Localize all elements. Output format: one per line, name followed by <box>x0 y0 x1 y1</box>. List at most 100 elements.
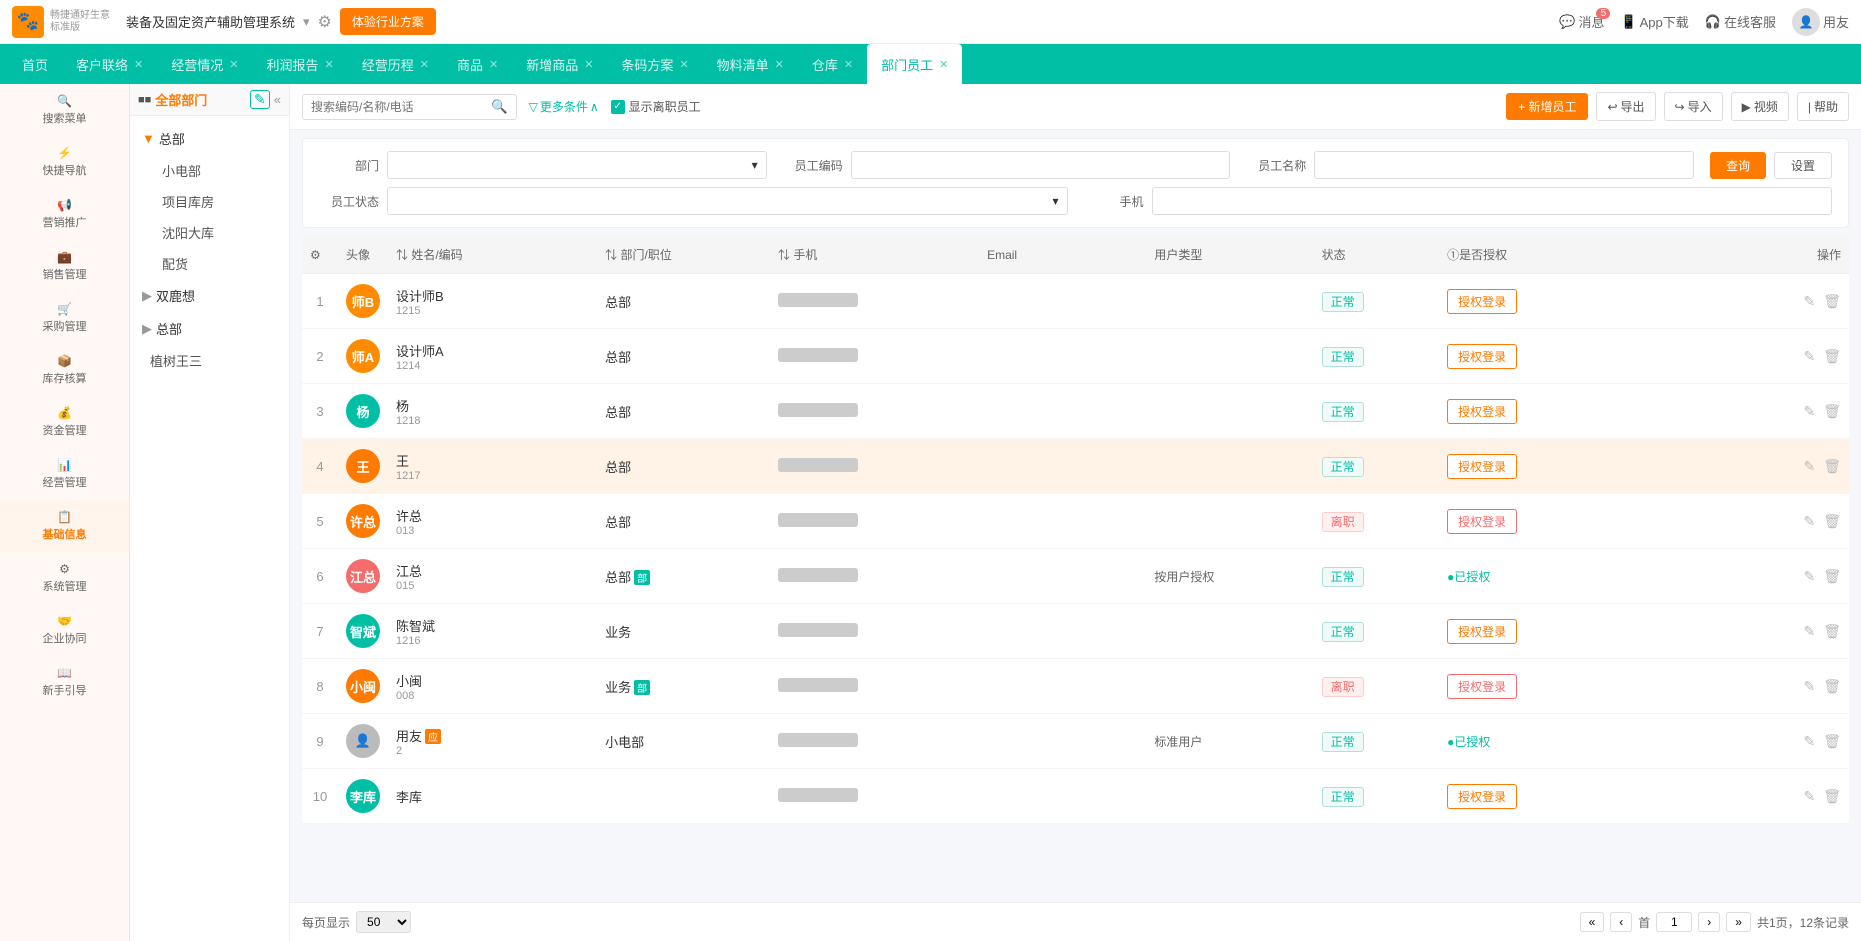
next-page-btn[interactable]: › <box>1698 912 1720 932</box>
auth-btn[interactable]: 授权登录 <box>1447 784 1517 809</box>
tab-bom[interactable]: 物料清单✕ <box>703 44 798 84</box>
delete-btn[interactable]: 🗑 <box>1823 513 1841 530</box>
edit-btn[interactable]: ✎ <box>1803 348 1815 365</box>
emp-name-input[interactable] <box>1314 151 1694 179</box>
search-input[interactable] <box>303 96 483 118</box>
tab-profit[interactable]: 利润报告✕ <box>252 44 347 84</box>
dept-peihuo[interactable]: 配货 <box>142 248 289 279</box>
edit-btn[interactable]: ✎ <box>1803 623 1815 640</box>
tab-home[interactable]: 首页 <box>8 44 62 84</box>
edit-btn[interactable]: ✎ <box>1803 458 1815 475</box>
first-page-btn[interactable]: « <box>1580 912 1605 932</box>
auth-btn[interactable]: 授权登录 <box>1447 509 1517 534</box>
export-btn[interactable]: ↩ 导出 <box>1596 92 1655 121</box>
edit-btn[interactable]: ✎ <box>1803 403 1815 420</box>
col-name[interactable]: ⇅ 姓名/编码 <box>388 236 597 274</box>
nav-guide[interactable]: 📖 新手引导 <box>0 656 129 708</box>
tab-history[interactable]: 经营历程✕ <box>348 44 443 84</box>
edit-btn[interactable]: ✎ <box>1803 678 1815 695</box>
edit-btn[interactable]: ✎ <box>1803 788 1815 805</box>
close-history-tab[interactable]: ✕ <box>420 58 429 71</box>
tab-warehouse[interactable]: 仓库✕ <box>798 44 867 84</box>
col-settings[interactable]: ⚙ <box>302 236 338 274</box>
edit-btn[interactable]: ✎ <box>1803 293 1815 310</box>
dropdown-arrow[interactable]: ▾ <box>303 14 310 30</box>
edit-btn[interactable]: ✎ <box>1803 733 1815 750</box>
auth-btn[interactable]: 授权登录 <box>1447 674 1517 699</box>
tab-barcode[interactable]: 条码方案✕ <box>607 44 702 84</box>
search-btn[interactable]: 🔍 <box>483 95 516 119</box>
tab-goods[interactable]: 商品✕ <box>443 44 512 84</box>
page-input[interactable] <box>1656 912 1692 932</box>
trial-btn[interactable]: 体验行业方案 <box>340 8 436 35</box>
dept-filter-select[interactable]: ▾ <box>387 151 767 179</box>
last-page-btn[interactable]: » <box>1726 912 1751 932</box>
nav-quick[interactable]: ⚡ 快捷导航 <box>0 136 129 188</box>
close-profit-tab[interactable]: ✕ <box>325 58 334 71</box>
close-warehouse-tab[interactable]: ✕ <box>844 58 853 71</box>
delete-btn[interactable]: 🗑 <box>1823 623 1841 640</box>
delete-btn[interactable]: 🗑 <box>1823 293 1841 310</box>
col-dept[interactable]: ⇅ 部门/职位 <box>597 236 770 274</box>
dept-shenyang[interactable]: 沈阳大库 <box>142 217 289 248</box>
query-btn[interactable]: 查询 <box>1710 152 1766 179</box>
close-customer-tab[interactable]: ✕ <box>134 58 143 71</box>
nav-marketing[interactable]: 📢 营销推广 <box>0 188 129 240</box>
close-employees-tab[interactable]: ✕ <box>939 58 948 71</box>
nav-collab[interactable]: 🤝 企业协同 <box>0 604 129 656</box>
nav-inventory[interactable]: 📦 库存核算 <box>0 344 129 396</box>
auth-btn[interactable]: 授权登录 <box>1447 289 1517 314</box>
search-box[interactable]: 🔍 <box>302 94 517 120</box>
dept-shuang-lu[interactable]: ▶ 双鹿想 <box>130 279 289 312</box>
dept-xiao-dian[interactable]: 小电部 <box>142 155 289 186</box>
app-download-btn[interactable]: 📱 App下载 <box>1620 12 1688 31</box>
set-btn[interactable]: 设置 <box>1774 152 1832 179</box>
prev-page-btn[interactable]: ‹ <box>1610 912 1632 932</box>
auth-btn[interactable]: 授权登录 <box>1447 454 1517 479</box>
close-barcode-tab[interactable]: ✕ <box>679 58 688 71</box>
edit-dept-icon[interactable]: ✎ <box>250 90 270 109</box>
delete-btn[interactable]: 🗑 <box>1823 788 1841 805</box>
more-filter-btn[interactable]: ▽ 更多条件 ∧ <box>529 98 599 115</box>
auth-btn[interactable]: 授权登录 <box>1447 399 1517 424</box>
dept-zhi-shu[interactable]: 植树王三 <box>130 345 289 376</box>
user-area[interactable]: 👤 用友 <box>1792 8 1849 36</box>
nav-sales[interactable]: 💼 销售管理 <box>0 240 129 292</box>
close-business-tab[interactable]: ✕ <box>229 58 238 71</box>
message-btn[interactable]: 💬 消息 5 <box>1559 12 1604 31</box>
per-page-select[interactable]: 50 100 200 <box>356 911 411 933</box>
dept-zong-bu[interactable]: ▶ 总部 <box>130 312 289 345</box>
collapse-sidebar-icon[interactable]: « <box>274 92 281 107</box>
tab-customer[interactable]: 客户联络✕ <box>62 44 157 84</box>
col-phone[interactable]: ⇅ 手机 <box>770 236 979 274</box>
nav-basic[interactable]: 📋 基础信息 <box>0 500 129 552</box>
tab-new-goods[interactable]: 新增商品✕ <box>512 44 607 84</box>
close-new-goods-tab[interactable]: ✕ <box>584 58 593 71</box>
tab-business[interactable]: 经营情况✕ <box>157 44 252 84</box>
delete-btn[interactable]: 🗑 <box>1823 458 1841 475</box>
nav-mgmt[interactable]: 📊 经营管理 <box>0 448 129 500</box>
delete-btn[interactable]: 🗑 <box>1823 733 1841 750</box>
delete-btn[interactable]: 🗑 <box>1823 348 1841 365</box>
dept-item-head[interactable]: ▼ 总部 <box>130 122 289 155</box>
nav-purchase[interactable]: 🛒 采购管理 <box>0 292 129 344</box>
auth-btn[interactable]: 授权登录 <box>1447 344 1517 369</box>
nav-search[interactable]: 🔍 搜索菜单 <box>0 84 129 136</box>
delete-btn[interactable]: 🗑 <box>1823 678 1841 695</box>
auth-btn[interactable]: 授权登录 <box>1447 619 1517 644</box>
dept-proj-room[interactable]: 项目库房 <box>142 186 289 217</box>
tab-employees[interactable]: 部门员工✕ <box>867 44 962 84</box>
close-bom-tab[interactable]: ✕ <box>775 58 784 71</box>
phone-input[interactable] <box>1152 187 1833 215</box>
edit-btn[interactable]: ✎ <box>1803 513 1815 530</box>
edit-btn[interactable]: ✎ <box>1803 568 1815 585</box>
settings-icon[interactable]: ⚙ <box>318 12 332 32</box>
show-resigned-toggle[interactable]: ✓ 显示离职员工 <box>611 98 701 115</box>
delete-btn[interactable]: 🗑 <box>1823 403 1841 420</box>
emp-code-input[interactable] <box>851 151 1231 179</box>
close-goods-tab[interactable]: ✕ <box>489 58 498 71</box>
emp-status-select[interactable]: ▾ <box>387 187 1068 215</box>
import-btn[interactable]: ↪ 导入 <box>1664 92 1723 121</box>
delete-btn[interactable]: 🗑 <box>1823 568 1841 585</box>
help-btn[interactable]: | 帮助 <box>1797 92 1849 121</box>
